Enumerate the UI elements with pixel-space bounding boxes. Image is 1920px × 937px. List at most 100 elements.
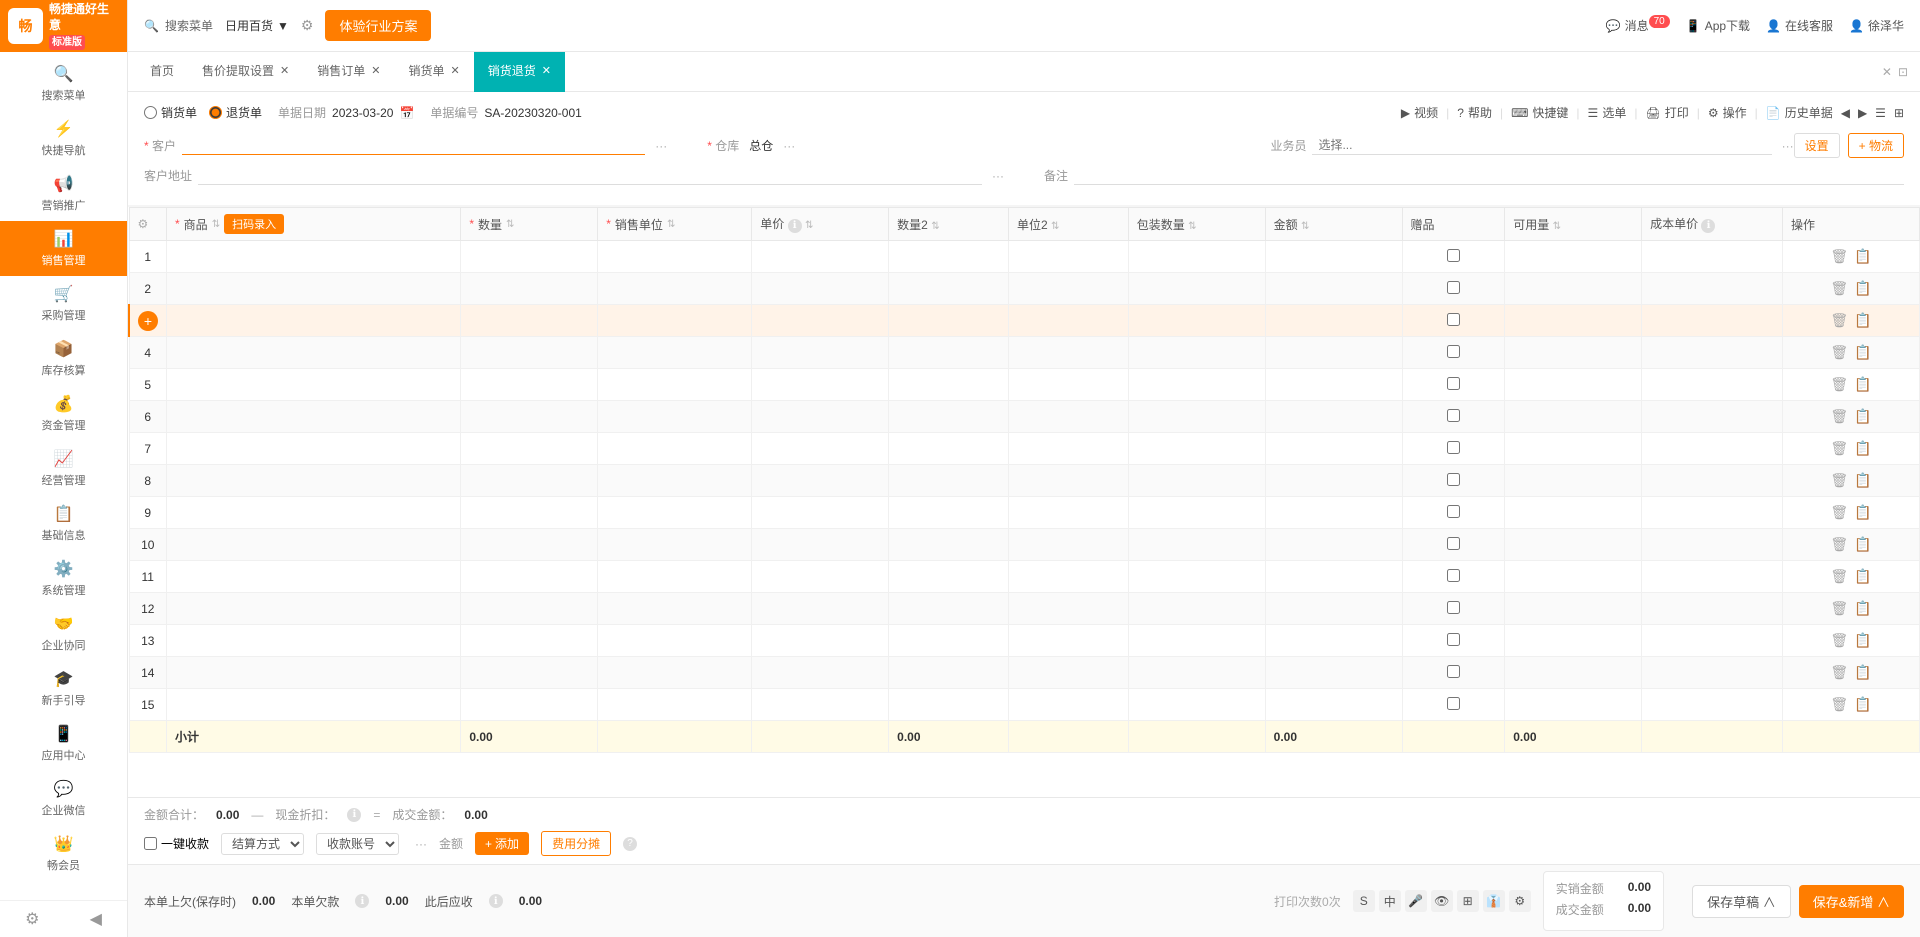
toolbar-icon-4[interactable]: 👁 xyxy=(1431,890,1453,912)
gift-cell-6[interactable] xyxy=(1402,401,1505,433)
copy-icon-5[interactable]: 📋 xyxy=(1854,376,1871,393)
select-order-btn[interactable]: ☰ 选单 xyxy=(1588,104,1627,121)
unit2-cell-12[interactable] xyxy=(1008,593,1128,625)
qty-cell-9[interactable] xyxy=(461,497,598,529)
copy-icon-12[interactable]: 📋 xyxy=(1854,600,1871,617)
gift-checkbox-6[interactable] xyxy=(1447,409,1460,422)
sidebar-collapse-icon[interactable]: ◀ xyxy=(90,909,102,929)
product-cell-12[interactable] xyxy=(167,593,461,625)
cost-cell-12[interactable] xyxy=(1642,593,1783,625)
copy-icon-9[interactable]: 📋 xyxy=(1854,504,1871,521)
receivable-info-icon[interactable]: ℹ xyxy=(489,894,503,908)
toolbar-icon-6[interactable]: 👔 xyxy=(1483,890,1505,912)
gift-checkbox-9[interactable] xyxy=(1447,505,1460,518)
sidebar-item-newbie[interactable]: 🎓新手引导 xyxy=(0,661,127,716)
sidebar-item-shortcut[interactable]: ⚡快捷导航 xyxy=(0,111,127,166)
available-cell-5[interactable] xyxy=(1505,369,1642,401)
view-list-icon[interactable]: ☰ xyxy=(1875,106,1886,120)
pack-cell-2[interactable] xyxy=(1128,273,1265,305)
product-cell-1[interactable] xyxy=(167,241,461,273)
unit2-cell-8[interactable] xyxy=(1008,465,1128,497)
gift-checkbox-11[interactable] xyxy=(1447,569,1460,582)
unit2-sort-icon[interactable]: ⇅ xyxy=(1051,221,1059,232)
qty-cell-6[interactable] xyxy=(461,401,598,433)
available-cell-6[interactable] xyxy=(1505,401,1642,433)
product-cell-4[interactable] xyxy=(167,337,461,369)
one-key-collect-checkbox[interactable]: 一键收款 xyxy=(144,835,209,852)
one-key-checkbox-input[interactable] xyxy=(144,837,157,850)
cost-cell-13[interactable] xyxy=(1642,625,1783,657)
price-sort-icon[interactable]: ⇅ xyxy=(805,220,813,231)
tab-close-sale-price[interactable]: ✕ xyxy=(280,64,289,77)
amount-cell-5[interactable] xyxy=(1265,369,1402,401)
delete-icon-15[interactable]: 🗑 xyxy=(1830,696,1848,713)
view-grid-icon[interactable]: ⊞ xyxy=(1894,106,1904,120)
delete-icon-3[interactable]: 🗑 xyxy=(1830,312,1848,329)
qty2-cell-5[interactable] xyxy=(889,369,1009,401)
pack-cell-9[interactable] xyxy=(1128,497,1265,529)
unit-cell-13[interactable] xyxy=(598,625,752,657)
price-cell-8[interactable] xyxy=(752,465,889,497)
sidebar-item-system[interactable]: ⚙️系统管理 xyxy=(0,551,127,606)
unit-cell-2[interactable] xyxy=(598,273,752,305)
tab-sale-price[interactable]: 售价提取设置✕ xyxy=(188,52,303,92)
amount-cell-7[interactable] xyxy=(1265,433,1402,465)
amount-cell-3[interactable] xyxy=(1265,305,1402,337)
cost-cell-7[interactable] xyxy=(1642,433,1783,465)
available-sort-icon[interactable]: ⇅ xyxy=(1553,221,1561,232)
app-download-btn[interactable]: 📱 App下载 xyxy=(1686,17,1750,34)
return-radio-input[interactable] xyxy=(209,106,222,119)
delete-icon-6[interactable]: 🗑 xyxy=(1830,408,1848,425)
cost-cell-6[interactable] xyxy=(1642,401,1783,433)
table-gear-icon[interactable]: ⚙ xyxy=(138,217,149,231)
pack-cell-5[interactable] xyxy=(1128,369,1265,401)
available-cell-4[interactable] xyxy=(1505,337,1642,369)
gift-checkbox-12[interactable] xyxy=(1447,601,1460,614)
unit-cell-12[interactable] xyxy=(598,593,752,625)
customer-input[interactable] xyxy=(182,136,645,155)
unit-cell-4[interactable] xyxy=(598,337,752,369)
sidebar-item-search[interactable]: 🔍搜索菜单 xyxy=(0,56,127,111)
unit2-cell-4[interactable] xyxy=(1008,337,1128,369)
calendar-icon[interactable]: 📅 xyxy=(399,106,414,120)
add-row-btn[interactable]: + xyxy=(138,311,158,331)
shortcut-btn[interactable]: ⌨ 快捷键 xyxy=(1511,104,1568,121)
delete-icon-9[interactable]: 🗑 xyxy=(1830,504,1848,521)
header-gear-icon[interactable]: ⚙ xyxy=(301,17,314,34)
cost-cell-9[interactable] xyxy=(1642,497,1783,529)
unit-cell-14[interactable] xyxy=(598,657,752,689)
pack-cell-8[interactable] xyxy=(1128,465,1265,497)
delete-icon-1[interactable]: 🗑 xyxy=(1830,248,1848,265)
available-cell-13[interactable] xyxy=(1505,625,1642,657)
qty-cell-4[interactable] xyxy=(461,337,598,369)
price-cell-13[interactable] xyxy=(752,625,889,657)
tab-close-all-icon[interactable]: ✕ xyxy=(1882,65,1892,79)
unit2-cell-9[interactable] xyxy=(1008,497,1128,529)
gift-checkbox-15[interactable] xyxy=(1447,697,1460,710)
gift-cell-5[interactable] xyxy=(1402,369,1505,401)
product-input-3[interactable] xyxy=(175,314,452,328)
online-service-btn[interactable]: 👤 在线客服 xyxy=(1766,17,1833,34)
delete-icon-8[interactable]: 🗑 xyxy=(1830,472,1848,489)
unit-cell-10[interactable] xyxy=(598,529,752,561)
copy-icon-13[interactable]: 📋 xyxy=(1854,632,1871,649)
copy-icon-1[interactable]: 📋 xyxy=(1854,248,1871,265)
logistics-btn[interactable]: + 物流 xyxy=(1848,133,1904,158)
delete-icon-14[interactable]: 🗑 xyxy=(1830,664,1848,681)
operate-btn[interactable]: ⚙ 操作 xyxy=(1708,104,1747,121)
qty-cell-3[interactable] xyxy=(461,305,598,337)
unit-price-info-icon[interactable]: ℹ xyxy=(788,219,802,233)
amount-cell-15[interactable] xyxy=(1265,689,1402,721)
delete-icon-5[interactable]: 🗑 xyxy=(1830,376,1848,393)
tab-sale-order[interactable]: 销售订单✕ xyxy=(303,52,394,92)
tab-close-sale-delivery[interactable]: ✕ xyxy=(451,64,460,77)
gift-checkbox-13[interactable] xyxy=(1447,633,1460,646)
product-cell-15[interactable] xyxy=(167,689,461,721)
price-cell-1[interactable] xyxy=(752,241,889,273)
experience-btn[interactable]: 体验行业方案 xyxy=(325,10,431,41)
available-cell-9[interactable] xyxy=(1505,497,1642,529)
qty2-cell-7[interactable] xyxy=(889,433,1009,465)
toolbar-icon-1[interactable]: S xyxy=(1353,890,1375,912)
pack-cell-6[interactable] xyxy=(1128,401,1265,433)
pack-sort-icon[interactable]: ⇅ xyxy=(1188,221,1196,232)
